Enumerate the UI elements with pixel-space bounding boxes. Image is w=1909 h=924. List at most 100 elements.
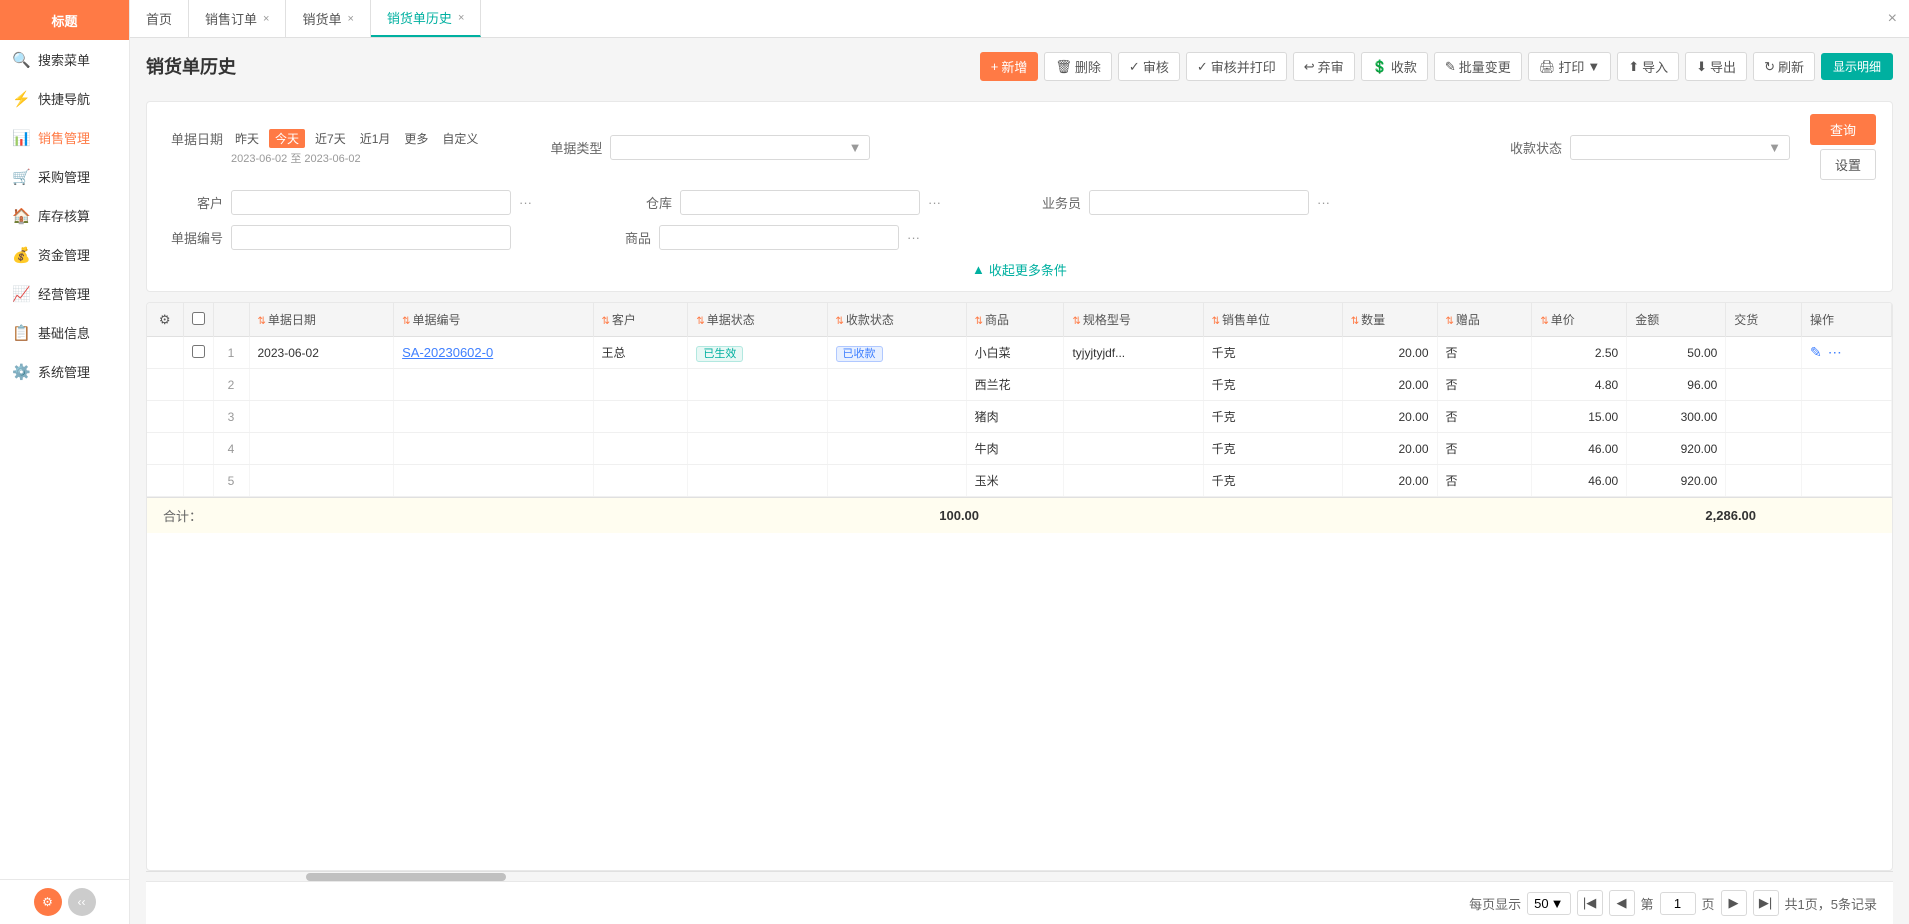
cell-checkbox[interactable] [183,337,213,369]
date-tab-custom[interactable]: 自定义 [438,129,482,148]
sidebar-item-operation[interactable]: 📈 经营管理 [0,274,129,313]
page-content: 销货单历史 + 新增 🗑 删除 ✓ 审核 ✓ 审核并打印 [130,38,1909,924]
date-tab-yesterday[interactable]: 昨天 [231,129,263,148]
audit-print-icon: ✓ [1197,59,1208,75]
row-checkbox[interactable] [192,345,205,358]
col-unit[interactable]: ⇅销售单位 [1203,303,1342,337]
doc-type-select[interactable]: ▼ [610,135,870,160]
scrollbar-thumb[interactable] [306,873,506,881]
col-goods[interactable]: ⇅商品 [966,303,1064,337]
cell-goods: 猪肉 [966,401,1064,433]
collapse-button[interactable]: ▲ 收起更多条件 [163,260,1876,279]
import-button[interactable]: ⬆ 导入 [1617,52,1679,81]
first-page-button[interactable]: |◀ [1577,890,1603,916]
doc-no-input[interactable] [231,225,511,250]
col-doc-status[interactable]: ⇅单据状态 [688,303,827,337]
cell-checkbox[interactable] [183,401,213,433]
cell-checkbox[interactable] [183,369,213,401]
batch-change-button[interactable]: ✎ 批量变更 [1434,52,1522,81]
tab-home[interactable]: 首页 [130,0,189,37]
col-gift[interactable]: ⇅赠品 [1437,303,1532,337]
per-page-select[interactable]: 50 ▼ [1527,892,1570,915]
goods-picker-icon[interactable]: ··· [907,230,920,245]
next-page-button[interactable]: ▶ [1721,890,1747,916]
sidebar-item-purchase-mgmt[interactable]: 🛒 采购管理 [0,157,129,196]
audit-print-button[interactable]: ✓ 审核并打印 [1186,52,1287,81]
customer-picker-icon[interactable]: ··· [519,195,532,210]
gear-icon: ⚙️ [12,363,30,381]
cell-action [1801,401,1891,433]
filter-settings-button[interactable]: 设置 [1820,149,1876,180]
sidebar-settings-btn[interactable]: ⚙ [34,888,62,916]
delete-button[interactable]: 🗑 删除 [1044,52,1112,81]
col-trade: 交货 [1726,303,1802,337]
tab-close-sales-history[interactable]: × [458,12,464,24]
col-spec[interactable]: ⇅规格型号 [1064,303,1203,337]
col-collect-status[interactable]: ⇅收款状态 [827,303,966,337]
table-settings-icon[interactable]: ⚙ [159,312,171,327]
doc-no-link[interactable]: SA-20230602-0 [402,345,493,360]
sidebar-item-finance[interactable]: 💰 资金管理 [0,235,129,274]
warehouse-picker-icon[interactable]: ··· [928,195,941,210]
tab-close-sales-goods[interactable]: × [347,13,353,25]
select-all-checkbox[interactable] [192,312,205,325]
query-button[interactable]: 查询 [1810,114,1876,145]
sidebar-item-system-mgmt[interactable]: ⚙️ 系统管理 [0,352,129,391]
date-tab-7days[interactable]: 近7天 [311,129,350,148]
col-price[interactable]: ⇅单价 [1532,303,1627,337]
data-table: ⚙ ⇅单据日期 ⇅单据编号 ⇅客户 ⇅单据状态 ⇅收款状态 ⇅商品 ⇅规格型号 [147,303,1892,497]
display-detail-button[interactable]: 显示明细 [1821,53,1893,80]
tabbar-close-all[interactable]: × [1876,10,1909,28]
tab-sales-order[interactable]: 销售订单 × [189,0,286,37]
refresh-button[interactable]: ↻ 刷新 [1753,52,1815,81]
data-table-wrap: ⚙ ⇅单据日期 ⇅单据编号 ⇅客户 ⇅单据状态 ⇅收款状态 ⇅商品 ⇅规格型号 [146,302,1893,871]
col-customer[interactable]: ⇅客户 [593,303,688,337]
tab-sales-goods[interactable]: 销货单 × [286,0,370,37]
collect-button[interactable]: 💲 收款 [1361,52,1428,81]
add-button[interactable]: + 新增 [980,52,1039,81]
collect-status-select[interactable]: ▼ [1570,135,1790,160]
cell-qty: 20.00 [1342,401,1437,433]
cell-goods: 玉米 [966,465,1064,497]
goods-input[interactable] [659,225,899,250]
export-button[interactable]: ⬇ 导出 [1685,52,1747,81]
lightning-icon: ⚡ [12,90,30,108]
sidebar-collapse-btn[interactable]: ‹‹ [68,888,96,916]
audit-button[interactable]: ✓ 审核 [1118,52,1180,81]
per-page-dropdown-icon: ▼ [1551,896,1564,911]
col-doc-date[interactable]: ⇅单据日期 [249,303,394,337]
more-action-icon[interactable]: ⋯ [1828,344,1842,361]
tab-sales-history[interactable]: 销货单历史 × [371,0,481,37]
sidebar-item-sales-mgmt[interactable]: 📊 销售管理 [0,118,129,157]
last-page-button[interactable]: ▶| [1753,890,1779,916]
col-settings[interactable]: ⚙ [147,303,183,337]
print-button[interactable]: 🖨 打印 ▼ [1528,52,1611,81]
date-tab-today[interactable]: 今天 [269,129,305,148]
horizontal-scrollbar[interactable] [146,871,1893,881]
agent-input[interactable] [1089,190,1309,215]
cell-checkbox[interactable] [183,433,213,465]
col-doc-no[interactable]: ⇅单据编号 [394,303,593,337]
date-tab-1month[interactable]: 近1月 [356,129,395,148]
agent-picker-icon[interactable]: ··· [1317,195,1330,210]
abandon-button[interactable]: ↩ 弃审 [1293,52,1355,81]
page-number-input[interactable]: 1 [1660,892,1696,915]
cell-checkbox[interactable] [183,465,213,497]
col-qty[interactable]: ⇅数量 [1342,303,1437,337]
date-tab-more[interactable]: 更多 [400,129,432,148]
customer-input[interactable] [231,190,511,215]
sidebar-item-quick-nav[interactable]: ⚡ 快捷导航 [0,79,129,118]
prev-page-button[interactable]: ◀ [1609,890,1635,916]
sidebar-item-basic-info[interactable]: 📋 基础信息 [0,313,129,352]
cell-qty: 20.00 [1342,369,1437,401]
tab-close-sales-order[interactable]: × [263,13,269,25]
cell-trade [1726,433,1802,465]
edit-action-icon[interactable]: ✎ [1810,344,1822,361]
warehouse-input[interactable] [680,190,920,215]
chart-icon: 📊 [12,129,30,147]
sidebar-item-search-menu[interactable]: 🔍 搜索菜单 [0,40,129,79]
sidebar-item-inventory[interactable]: 🏠 库存核算 [0,196,129,235]
cell-doc-date [249,465,394,497]
cell-doc-no [394,465,593,497]
cell-spec [1064,433,1203,465]
